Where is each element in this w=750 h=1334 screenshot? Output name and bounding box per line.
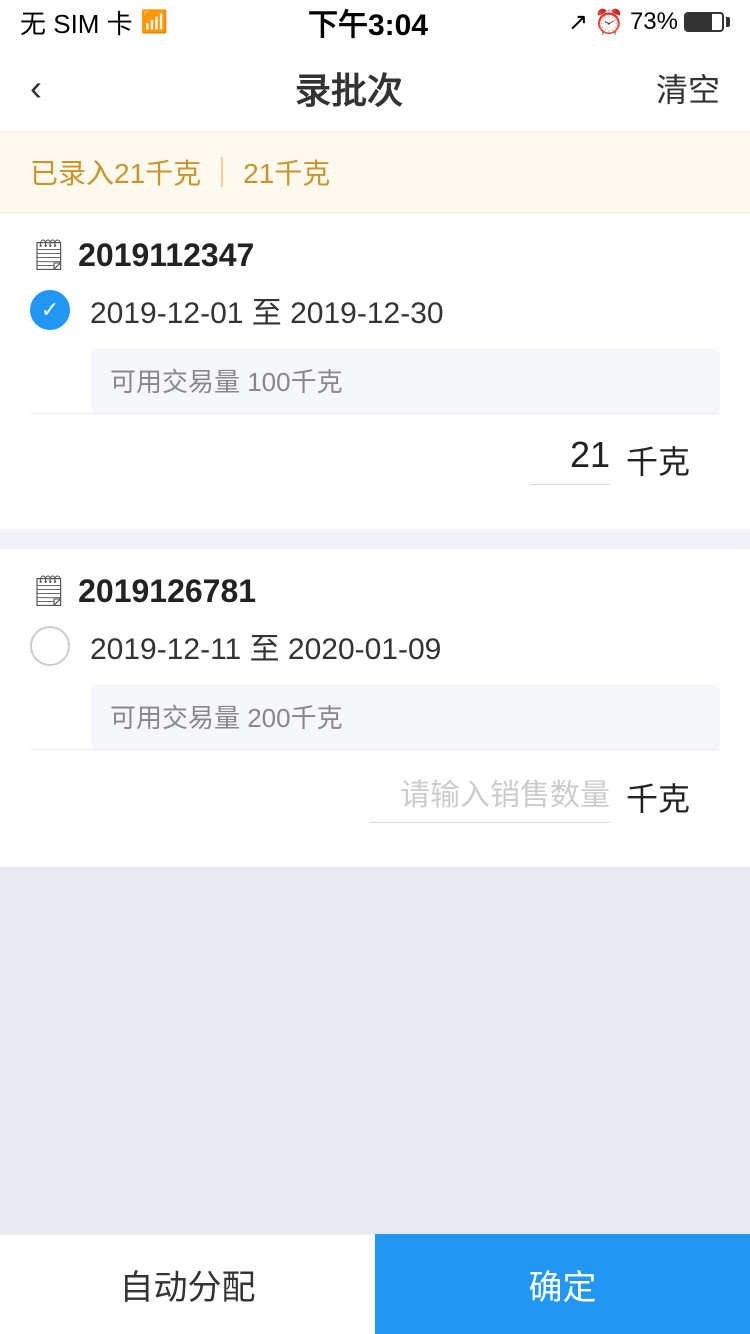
batch-icon-1: 🗒 — [30, 238, 68, 273]
batch-1-header: 🗒 2019112347 — [30, 237, 720, 274]
recorded-amount: 21千克 — [243, 152, 330, 192]
radio-check-icon: ✓ — [41, 297, 59, 323]
batch-item-2[interactable]: 🗒 2019126781 2019-12-11 至 2020-01-09 可用交… — [0, 549, 750, 867]
batch-1-date-row: ✓ 2019-12-01 至 2019-12-30 — [30, 288, 720, 332]
status-left: 无 SIM 卡 📶 — [20, 4, 168, 41]
status-right: ↗ ⏰ 73% — [568, 8, 730, 37]
empty-area — [0, 867, 750, 1297]
batch-2-quantity-row: 请输入销售数量 千克 — [30, 749, 720, 843]
batch-1-radio[interactable]: ✓ — [30, 290, 70, 330]
section-divider-1 — [0, 529, 750, 549]
batch-1-quantity-value[interactable]: 21 — [530, 434, 610, 485]
batch-2-header: 🗒 2019126781 — [30, 573, 720, 610]
info-banner: 已录入21千克 21千克 — [0, 132, 750, 213]
batch-1-quantity-row: 21 千克 — [30, 413, 720, 505]
batch-1-availability: 可用交易量 100千克 — [90, 348, 720, 413]
batch-2-availability: 可用交易量 200千克 — [90, 684, 720, 749]
auto-distribute-button[interactable]: 自动分配 — [0, 1234, 375, 1334]
page-title: 录批次 — [295, 62, 403, 114]
wifi-icon: 📶 — [141, 9, 168, 35]
alarm-icon: ⏰ — [594, 8, 624, 37]
back-button[interactable]: ‹ — [30, 67, 42, 109]
bottom-bar: 自动分配 确定 — [0, 1234, 750, 1334]
battery-pct: 73% — [630, 8, 678, 36]
batch-2-unit: 千克 — [626, 774, 690, 820]
clear-button[interactable]: 清空 — [656, 65, 720, 111]
batch-2-radio[interactable] — [30, 626, 70, 666]
sim-label: 无 SIM 卡 — [20, 4, 133, 41]
batch-2-date: 2019-12-11 至 2020-01-09 — [90, 624, 441, 668]
recorded-label: 已录入21千克 — [30, 152, 201, 192]
batch-1-date: 2019-12-01 至 2019-12-30 — [90, 288, 444, 332]
batch-item-1[interactable]: 🗒 2019112347 ✓ 2019-12-01 至 2019-12-30 可… — [0, 213, 750, 529]
battery-indicator — [684, 12, 730, 32]
batch-1-unit: 千克 — [626, 437, 690, 483]
batch-2-id: 2019126781 — [78, 573, 256, 610]
status-time: 下午3:04 — [308, 0, 428, 44]
confirm-button[interactable]: 确定 — [375, 1234, 750, 1334]
batch-2-quantity-input[interactable]: 请输入销售数量 — [370, 770, 610, 823]
location-icon: ↗ — [568, 8, 588, 37]
batch-icon-2: 🗒 — [30, 574, 68, 609]
status-bar: 无 SIM 卡 📶 下午3:04 ↗ ⏰ 73% — [0, 0, 750, 44]
nav-bar: ‹ 录批次 清空 — [0, 44, 750, 132]
banner-divider — [221, 157, 223, 187]
batch-1-id: 2019112347 — [78, 237, 254, 274]
batch-2-date-row: 2019-12-11 至 2020-01-09 — [30, 624, 720, 668]
